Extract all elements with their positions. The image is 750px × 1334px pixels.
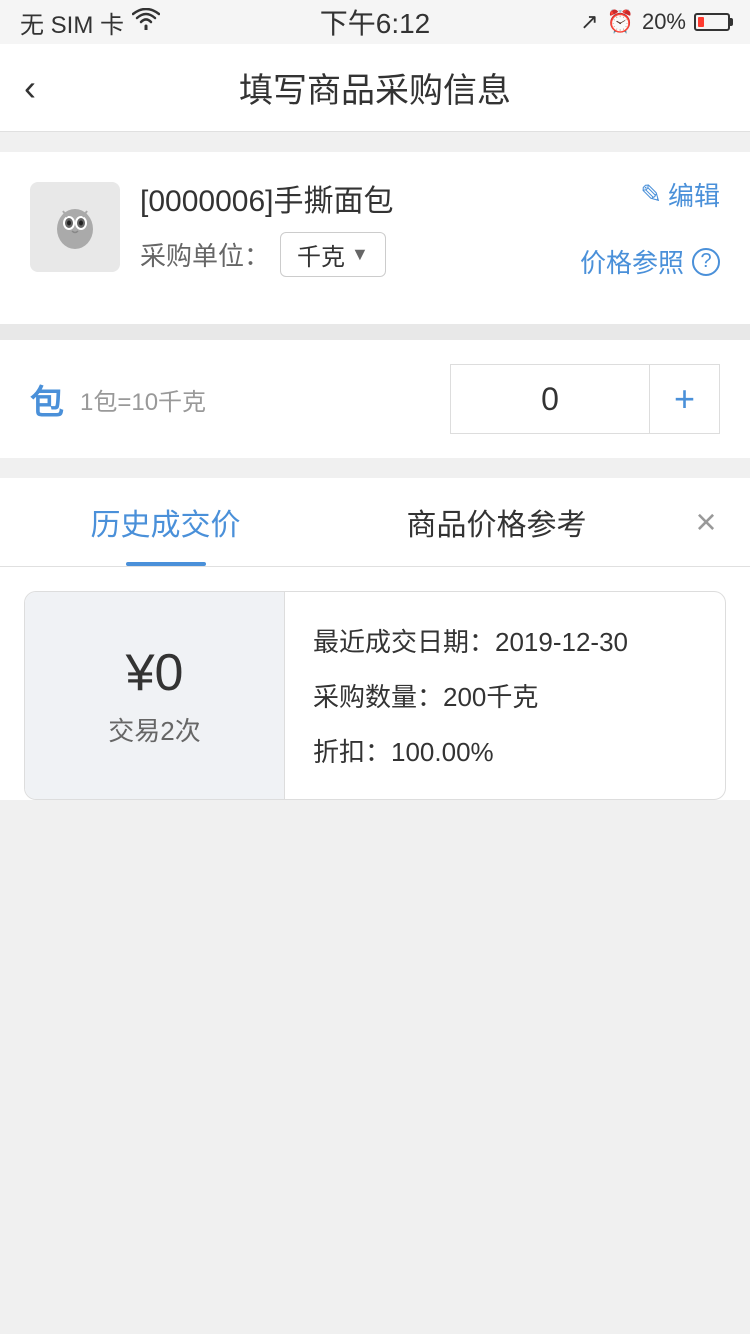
product-info: [0000006]手撕面包 采购单位： 千克 ▼	[140, 176, 393, 277]
tab-product-price-ref[interactable]: 商品价格参考	[331, 478, 662, 566]
product-thumbnail	[30, 182, 120, 272]
transaction-card: ¥0 交易2次 最近成交日期：2019-12-30 采购数量：200千克 折扣：…	[24, 591, 726, 800]
price-ref-button[interactable]: 价格参照 ?	[580, 243, 720, 280]
recent-date-value: 2019-12-30	[495, 627, 628, 657]
gray-divider	[0, 324, 750, 340]
product-left: [0000006]手撕面包 采购单位： 千克 ▼	[30, 176, 393, 277]
location-icon: ↗	[580, 9, 598, 35]
help-icon: ?	[692, 248, 720, 276]
product-section: [0000006]手撕面包 采购单位： 千克 ▼ ✎ 编辑 价格参照 ?	[0, 152, 750, 324]
tab-history-price-label: 历史成交价	[91, 500, 241, 544]
purchase-unit-row: 采购单位： 千克 ▼	[140, 232, 393, 277]
unit-arrow-icon: ▼	[351, 244, 369, 265]
tabs-header: 历史成交价 商品价格参考 ×	[0, 478, 750, 567]
tab-product-price-ref-label: 商品价格参考	[407, 500, 587, 544]
unit-sub-label: 1包=10千克	[80, 382, 206, 417]
page-title: 填写商品采购信息	[239, 63, 511, 112]
carrier-label: 无 SIM 卡	[20, 5, 124, 40]
currency-symbol: ¥	[126, 644, 155, 702]
unit-label: 包	[30, 375, 64, 424]
price-ref-label: 价格参照	[580, 243, 684, 280]
purchase-unit-label: 采购单位：	[140, 236, 270, 273]
purchase-quantity-value: 200千克	[443, 682, 538, 712]
tab-underline	[126, 562, 206, 566]
discount-row: 折扣：100.00%	[313, 732, 697, 769]
product-right: ✎ 编辑 价格参照 ?	[580, 176, 720, 280]
purchase-quantity-row: 采购数量：200千克	[313, 677, 697, 714]
status-bar: 无 SIM 卡 下午6:12 ↗ ⏰ 20%	[0, 0, 750, 44]
recent-date-label: 最近成交日期：	[313, 627, 495, 657]
purchase-quantity-label: 采购数量：	[313, 682, 443, 712]
price-value: 0	[155, 644, 184, 702]
transaction-count: 交易2次	[108, 711, 200, 748]
battery-icon	[694, 13, 730, 31]
quantity-row: 包 1包=10千克 +	[0, 340, 750, 458]
recent-date-row: 最近成交日期：2019-12-30	[313, 622, 697, 659]
back-button[interactable]: ‹	[24, 67, 36, 109]
status-time: 下午6:12	[320, 2, 431, 42]
tab-history-price[interactable]: 历史成交价	[0, 478, 331, 566]
status-right: ↗ ⏰ 20%	[580, 9, 730, 35]
status-left: 无 SIM 卡	[20, 5, 160, 40]
quantity-controls: +	[450, 364, 720, 434]
nav-bar: ‹ 填写商品采购信息	[0, 44, 750, 132]
transaction-price-section: ¥0 交易2次	[25, 592, 285, 799]
product-owl-icon	[45, 197, 105, 257]
battery-percent: 20%	[642, 9, 686, 35]
edit-label: 编辑	[668, 176, 720, 213]
quantity-unit: 包 1包=10千克	[30, 375, 206, 424]
wifi-icon	[132, 8, 160, 37]
alarm-icon: ⏰	[607, 9, 634, 35]
edit-icon: ✎	[640, 179, 662, 210]
tabs-section: 历史成交价 商品价格参考 × ¥0 交易2次 最近成交日期：2019-12-30	[0, 478, 750, 800]
transaction-price: ¥0	[126, 643, 184, 703]
transaction-detail-section: 最近成交日期：2019-12-30 采购数量：200千克 折扣：100.00%	[285, 592, 725, 799]
product-name: [0000006]手撕面包	[140, 176, 393, 220]
discount-label: 折扣：	[313, 737, 391, 767]
main-content: 历史成交价 商品价格参考 × ¥0 交易2次 最近成交日期：2019-12-30	[0, 478, 750, 1178]
edit-button[interactable]: ✎ 编辑	[640, 176, 720, 213]
unit-value: 千克	[297, 237, 345, 272]
product-header: [0000006]手撕面包 采购单位： 千克 ▼ ✎ 编辑 价格参照 ?	[30, 176, 720, 280]
quantity-input[interactable]	[450, 364, 650, 434]
tab-close-button[interactable]: ×	[662, 478, 750, 566]
quantity-plus-button[interactable]: +	[650, 364, 720, 434]
discount-value: 100.00%	[391, 737, 494, 767]
unit-selector[interactable]: 千克 ▼	[280, 232, 386, 277]
